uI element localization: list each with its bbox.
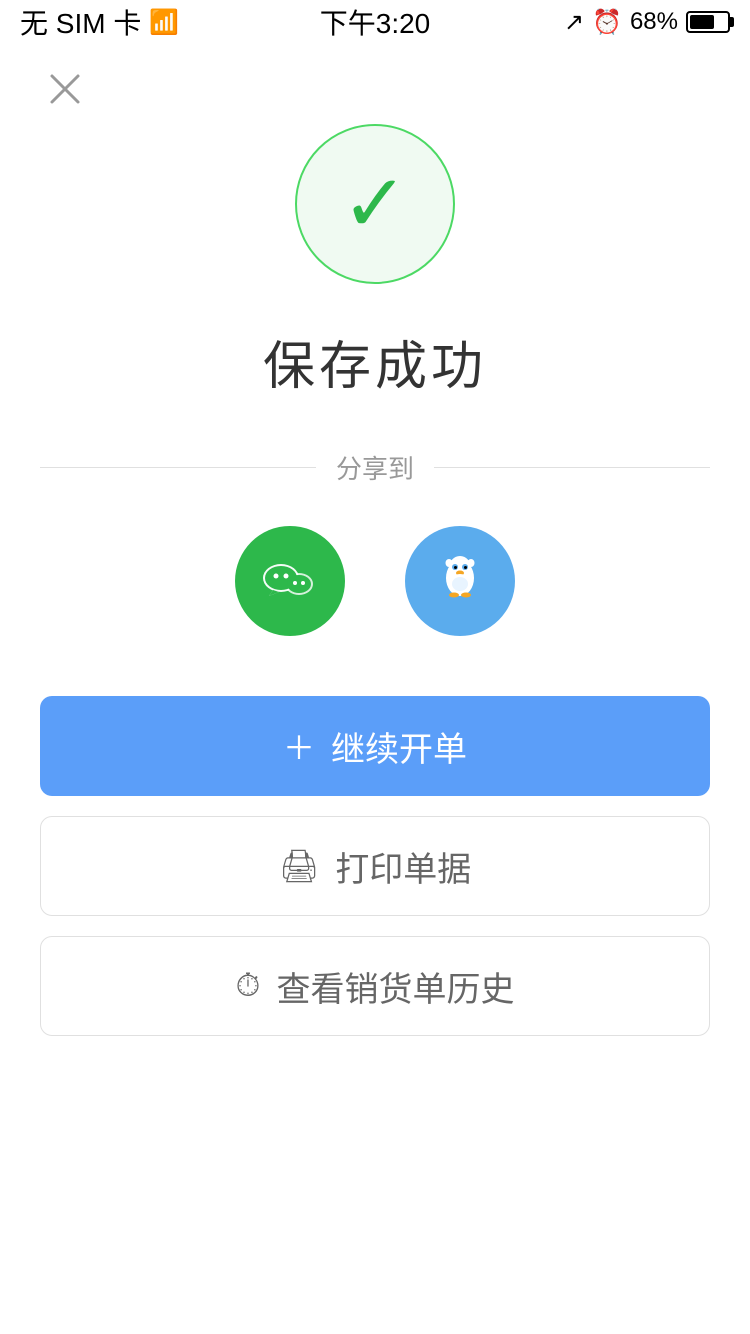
wechat-icon: [257, 548, 323, 614]
main-content: ✓ 保存成功 分享到: [0, 44, 750, 1334]
status-time: 下午3:20: [320, 2, 431, 42]
sim-label: 无 SIM 卡: [20, 2, 141, 42]
status-left: 无 SIM 卡 📶: [20, 2, 179, 42]
clock-icon: ⏱: [236, 967, 261, 1005]
status-bar: 无 SIM 卡 📶 下午3:20 ↗ ⏰ 68%: [0, 0, 750, 44]
check-icon: ✓: [341, 164, 408, 244]
battery-percent: 68%: [630, 8, 678, 36]
divider-line-left: [40, 467, 316, 468]
share-icons: [235, 526, 515, 636]
qq-share-button[interactable]: [405, 526, 515, 636]
history-button[interactable]: ⏱ 查看销货单历史: [40, 936, 710, 1036]
success-title: 保存成功: [263, 324, 487, 399]
wechat-share-button[interactable]: [235, 526, 345, 636]
plus-icon: ＋: [283, 723, 315, 769]
action-buttons: ＋ 继续开单 🖨 打印单据 ⏱ 查看销货单历史: [40, 696, 710, 1036]
close-icon: [48, 72, 82, 106]
wifi-icon: 📶: [149, 8, 179, 37]
location-icon: ↗: [564, 8, 584, 37]
divider-row: 分享到: [40, 449, 710, 486]
share-label: 分享到: [336, 449, 414, 486]
print-button[interactable]: 🖨 打印单据: [40, 816, 710, 916]
continue-label: 继续开单: [331, 722, 467, 771]
status-right: ↗ ⏰ 68%: [564, 8, 730, 37]
continue-button[interactable]: ＋ 继续开单: [40, 696, 710, 796]
battery-icon: [686, 11, 730, 33]
close-button[interactable]: [40, 64, 90, 114]
battery-fill: [690, 15, 714, 29]
success-circle: ✓: [295, 124, 455, 284]
printer-icon: 🖨: [279, 847, 320, 885]
history-label: 查看销货单历史: [276, 962, 514, 1011]
alarm-icon: ⏰: [592, 8, 622, 37]
divider-line-right: [434, 467, 710, 468]
print-label: 打印单据: [335, 842, 471, 891]
share-section: 分享到: [40, 449, 710, 636]
qq-icon: [427, 548, 493, 614]
